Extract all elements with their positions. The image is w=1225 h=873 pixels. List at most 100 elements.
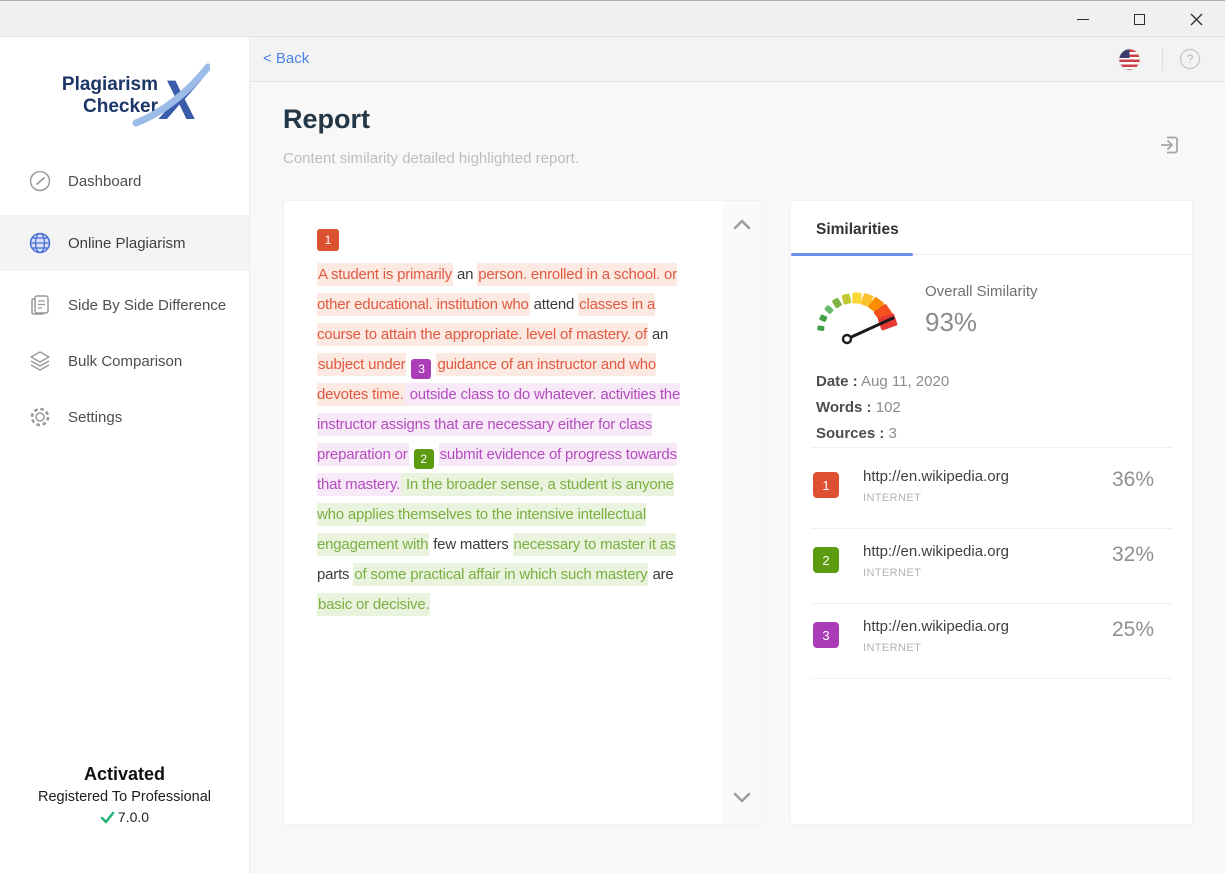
meta-sources: Sources : 3 — [816, 421, 949, 447]
activation-block: Activated Registered To Professional 7.0… — [0, 764, 249, 825]
overall-similarity-value: 93% — [925, 307, 1038, 338]
meta-words-value: 102 — [876, 399, 901, 416]
text-segment: an — [648, 326, 668, 343]
close-icon — [1190, 13, 1203, 26]
source-number-badge: 1 — [813, 472, 839, 498]
check-icon — [100, 810, 115, 825]
meta-sources-label: Sources : — [816, 425, 884, 442]
meta-date: Date : Aug 11, 2020 — [816, 369, 949, 395]
source-number-badge: 2 — [813, 547, 839, 573]
text-segment: an — [453, 266, 477, 283]
export-icon — [1159, 134, 1181, 156]
source-number-badge: 3 — [813, 622, 839, 648]
svg-text:?: ? — [1187, 52, 1194, 66]
tab-active-indicator — [791, 253, 913, 256]
source-list: 1 http://en.wikipedia.org INTERNET 36% 2… — [791, 454, 1192, 679]
globe-icon — [28, 231, 52, 255]
layers-icon — [28, 349, 52, 373]
source-badge-1: 1 — [317, 229, 339, 251]
minimize-button[interactable] — [1054, 1, 1111, 37]
meta-words: Words : 102 — [816, 395, 949, 421]
source-row-1[interactable]: 1 http://en.wikipedia.org INTERNET 36% — [791, 454, 1192, 529]
maximize-icon — [1134, 14, 1145, 25]
top-bar: < Back ? — [250, 37, 1225, 82]
sidebar-item-label: Settings — [68, 409, 122, 426]
overall-similarity-row: Overall Similarity 93% — [809, 267, 1038, 349]
source-percent: 32% — [1112, 543, 1154, 567]
scroll-down-button[interactable] — [732, 791, 752, 810]
divider — [811, 447, 1172, 448]
version-number: 7.0.0 — [118, 809, 149, 825]
text-segment: few matters — [429, 536, 512, 553]
text-segment: are — [648, 566, 673, 583]
activation-status: Activated — [0, 764, 249, 785]
gear-icon — [28, 405, 52, 429]
report-text-panel: 1 A student is primarily an person. enro… — [283, 200, 762, 825]
topbar-divider — [1162, 48, 1163, 71]
sidebar-item-label: Side By Side Difference — [68, 297, 226, 314]
sidebar: Plagiarism Checker X Dashboard Online Pl… — [0, 37, 250, 873]
language-flag-icon[interactable] — [1118, 48, 1141, 76]
sidebar-nav: Dashboard Online Plagiarism Side By Side… — [0, 159, 249, 439]
meta-sources-value: 3 — [889, 425, 897, 442]
source-url: http://en.wikipedia.org — [863, 618, 1009, 635]
sidebar-item-online-plagiarism[interactable]: Online Plagiarism — [0, 215, 249, 271]
maximize-button[interactable] — [1111, 1, 1168, 37]
source-percent: 36% — [1112, 468, 1154, 492]
app-logo: Plagiarism Checker X — [40, 63, 210, 127]
source-url: http://en.wikipedia.org — [863, 468, 1009, 485]
main-content: Report Content similarity detailed highl… — [250, 82, 1225, 873]
back-link[interactable]: < Back — [263, 50, 309, 67]
highlight-segment: basic or decisive. — [317, 593, 430, 616]
highlight-segment: of some practical affair in which such m… — [353, 563, 648, 586]
export-button[interactable] — [1159, 134, 1181, 161]
sidebar-item-label: Dashboard — [68, 173, 141, 190]
sidebar-item-settings[interactable]: Settings — [0, 395, 249, 439]
text-segment: parts — [317, 566, 353, 583]
dashboard-icon — [28, 169, 52, 193]
meta-date-value: Aug 11, 2020 — [861, 373, 949, 390]
source-row-2[interactable]: 2 http://en.wikipedia.org INTERNET 32% — [791, 529, 1192, 604]
chevron-down-icon — [732, 791, 752, 805]
sidebar-item-side-by-side[interactable]: Side By Side Difference — [0, 283, 249, 327]
window-controls — [1054, 1, 1225, 37]
highlight-segment: A student is primarily — [317, 263, 453, 286]
report-meta: Date : Aug 11, 2020 Words : 102 Sources … — [816, 369, 949, 447]
text-segment: attend — [530, 296, 578, 313]
close-button[interactable] — [1168, 1, 1225, 37]
activation-version: 7.0.0 — [0, 809, 249, 825]
source-badge-2: 2 — [414, 449, 434, 469]
similarities-panel: Similarities — [790, 200, 1193, 825]
chevron-up-icon — [732, 217, 752, 231]
activation-registered: Registered To Professional — [0, 789, 249, 805]
sidebar-item-label: Bulk Comparison — [68, 353, 182, 370]
minimize-icon — [1077, 19, 1089, 20]
document-compare-icon — [28, 293, 52, 317]
similarity-gauge-icon — [809, 267, 909, 349]
source-percent: 25% — [1112, 618, 1154, 642]
meta-words-label: Words : — [816, 399, 872, 416]
sidebar-item-dashboard[interactable]: Dashboard — [0, 159, 249, 203]
sidebar-item-label: Online Plagiarism — [68, 235, 186, 252]
svg-text:Plagiarism: Plagiarism — [61, 74, 157, 95]
report-text: A student is primarily an person. enroll… — [317, 260, 699, 620]
source-type: INTERNET — [863, 567, 921, 579]
overall-similarity-label: Overall Similarity — [925, 283, 1038, 300]
report-document: 1 A student is primarily an person. enro… — [317, 229, 699, 620]
tab-row: Similarities — [791, 201, 1192, 255]
scroll-up-button[interactable] — [732, 217, 752, 236]
source-badge-3: 3 — [411, 359, 431, 379]
source-type: INTERNET — [863, 492, 921, 504]
page-subtitle: Content similarity detailed highlighted … — [283, 150, 579, 167]
source-url: http://en.wikipedia.org — [863, 543, 1009, 560]
source-type: INTERNET — [863, 642, 921, 654]
meta-date-label: Date : — [816, 373, 858, 390]
sidebar-item-bulk-comparison[interactable]: Bulk Comparison — [0, 339, 249, 383]
help-button[interactable]: ? — [1179, 48, 1201, 75]
highlight-segment: necessary to master it as — [513, 533, 677, 556]
source-row-3[interactable]: 3 http://en.wikipedia.org INTERNET 25% — [791, 604, 1192, 679]
help-icon: ? — [1179, 48, 1201, 70]
highlight-segment: subject under — [317, 353, 406, 376]
svg-text:Checker: Checker — [83, 96, 159, 117]
tab-similarities[interactable]: Similarities — [816, 221, 899, 239]
